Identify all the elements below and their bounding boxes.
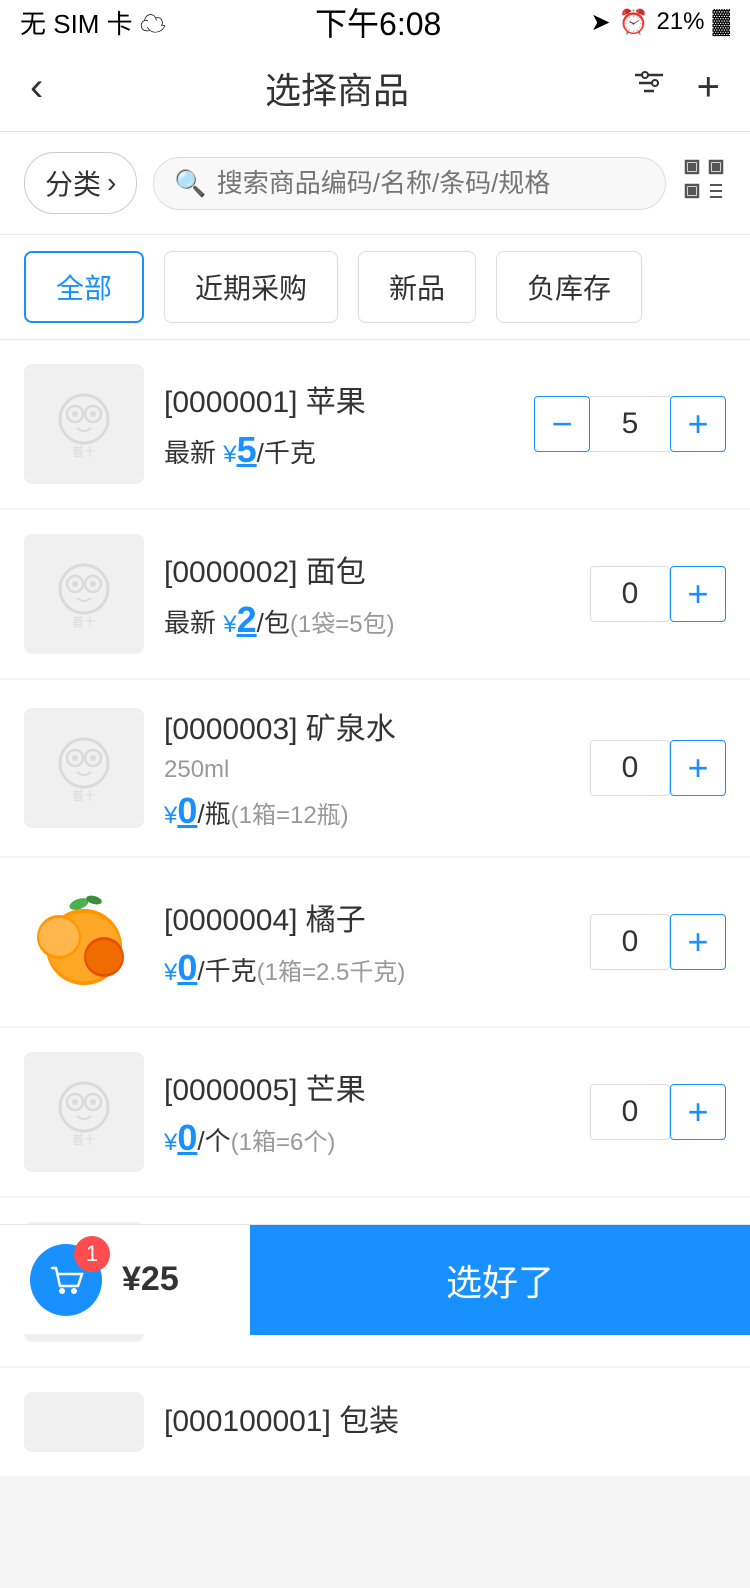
svg-text:普十: 普十 xyxy=(72,445,96,459)
product-item-partial: [000100001] 包装 xyxy=(0,1368,750,1476)
confirm-button[interactable]: 选好了 xyxy=(250,1225,750,1335)
product-image: 普十 xyxy=(24,708,144,828)
product-qty-control: − + xyxy=(534,396,726,452)
product-price: ¥0/千克(1箱=2.5千克) xyxy=(164,947,570,989)
qty-input[interactable] xyxy=(590,740,670,796)
battery-icon: ▓ xyxy=(713,8,731,36)
product-price: ¥0/瓶(1箱=12瓶) xyxy=(164,790,570,832)
product-image: 普十 xyxy=(24,534,144,654)
qty-plus-button[interactable]: + xyxy=(670,566,726,622)
tab-negative-stock[interactable]: 负库存 xyxy=(496,251,642,323)
cart-total: ¥25 xyxy=(122,1260,179,1299)
battery-text: 21% xyxy=(656,8,704,36)
product-item: 普十 [0000003] 矿泉水 250ml ¥0/瓶(1箱=12瓶) + xyxy=(0,680,750,856)
qty-plus-button[interactable]: + xyxy=(670,914,726,970)
filter-icon[interactable] xyxy=(631,65,667,111)
product-info: [0000005] 芒果 ¥0/个(1箱=6个) xyxy=(164,1065,570,1159)
product-item: 普十 [0000005] 芒果 ¥0/个(1箱=6个) + xyxy=(0,1028,750,1196)
search-input[interactable] xyxy=(217,168,645,199)
product-qty-control: + xyxy=(590,914,726,970)
product-image: 普十 xyxy=(24,1052,144,1172)
cart-section: 1 ¥25 xyxy=(0,1244,250,1316)
tab-bar: 全部 近期采购 新品 负库存 xyxy=(0,235,750,340)
product-info: [000100001] 包装 xyxy=(164,1396,726,1448)
cart-icon-button[interactable]: 1 xyxy=(30,1244,102,1316)
qty-plus-button[interactable]: + xyxy=(670,740,726,796)
nav-bar: ‹ 选择商品 + xyxy=(0,44,750,132)
location-icon: ➤ xyxy=(590,8,610,37)
product-spec: 250ml xyxy=(164,756,570,784)
product-name: [0000005] 芒果 xyxy=(164,1065,570,1109)
product-name: [000100001] 包装 xyxy=(164,1396,726,1440)
product-info: [0000001] 苹果 最新 ¥5/千克 xyxy=(164,377,514,471)
product-item: 普十 [0000002] 面包 最新 ¥2/包(1袋=5包) + xyxy=(0,510,750,678)
product-qty-control: + xyxy=(590,566,726,622)
alarm-icon: ⏰ xyxy=(619,8,649,37)
chevron-right-icon: › xyxy=(107,167,116,199)
status-bar: 无 SIM 卡 ☁ 下午6:08 ➤ ⏰ 21% ▓ xyxy=(0,0,750,44)
status-time: 下午6:08 xyxy=(315,0,441,45)
status-left: 无 SIM 卡 ☁ xyxy=(20,4,166,41)
category-button[interactable]: 分类 › xyxy=(24,152,137,214)
qty-input[interactable] xyxy=(590,396,670,452)
qty-input[interactable] xyxy=(590,914,670,970)
product-item: [0000004] 橘子 ¥0/千克(1箱=2.5千克) + xyxy=(0,858,750,1026)
product-price: ¥0/个(1箱=6个) xyxy=(164,1117,570,1159)
search-bar: 分类 › 🔍 xyxy=(0,132,750,235)
page-title: 选择商品 xyxy=(265,62,409,114)
status-right: ➤ ⏰ 21% ▓ xyxy=(590,8,730,37)
product-name: [0000001] 苹果 xyxy=(164,377,514,421)
back-button[interactable]: ‹ xyxy=(30,65,43,110)
product-info: [0000002] 面包 最新 ¥2/包(1袋=5包) xyxy=(164,547,570,641)
svg-text:普十: 普十 xyxy=(72,615,96,629)
cart-badge: 1 xyxy=(74,1236,110,1272)
category-label: 分类 xyxy=(45,163,101,203)
tab-new[interactable]: 新品 xyxy=(358,251,476,323)
qty-input[interactable] xyxy=(590,566,670,622)
svg-text:普十: 普十 xyxy=(72,1133,96,1147)
qty-minus-button[interactable]: − xyxy=(534,396,590,452)
product-price: 最新 ¥5/千克 xyxy=(164,429,514,471)
search-icon: 🔍 xyxy=(174,168,206,199)
product-name: [0000004] 橘子 xyxy=(164,895,570,939)
product-image xyxy=(24,1392,144,1452)
qty-plus-button[interactable]: + xyxy=(670,1084,726,1140)
product-name: [0000003] 矿泉水 xyxy=(164,704,570,748)
product-info: [0000004] 橘子 ¥0/千克(1箱=2.5千克) xyxy=(164,895,570,989)
product-name: [0000002] 面包 xyxy=(164,547,570,591)
tab-recent[interactable]: 近期采购 xyxy=(164,251,338,323)
product-qty-control: + xyxy=(590,1084,726,1140)
scan-icon[interactable] xyxy=(682,157,726,210)
product-qty-control: + xyxy=(590,740,726,796)
qty-plus-button[interactable]: + xyxy=(670,396,726,452)
bottom-bar: 1 ¥25 选好了 xyxy=(0,1224,750,1334)
search-input-wrap: 🔍 xyxy=(153,157,666,210)
product-image: 普十 xyxy=(24,364,144,484)
nav-actions: + xyxy=(631,65,720,111)
product-image xyxy=(24,882,144,1002)
qty-input[interactable] xyxy=(590,1084,670,1140)
product-info: [0000003] 矿泉水 250ml ¥0/瓶(1箱=12瓶) xyxy=(164,704,570,832)
add-icon[interactable]: + xyxy=(697,65,720,110)
product-price: 最新 ¥2/包(1袋=5包) xyxy=(164,599,570,641)
product-item: 普十 [0000001] 苹果 最新 ¥5/千克 − + xyxy=(0,340,750,508)
svg-text:普十: 普十 xyxy=(72,789,96,803)
tab-all[interactable]: 全部 xyxy=(24,251,144,323)
